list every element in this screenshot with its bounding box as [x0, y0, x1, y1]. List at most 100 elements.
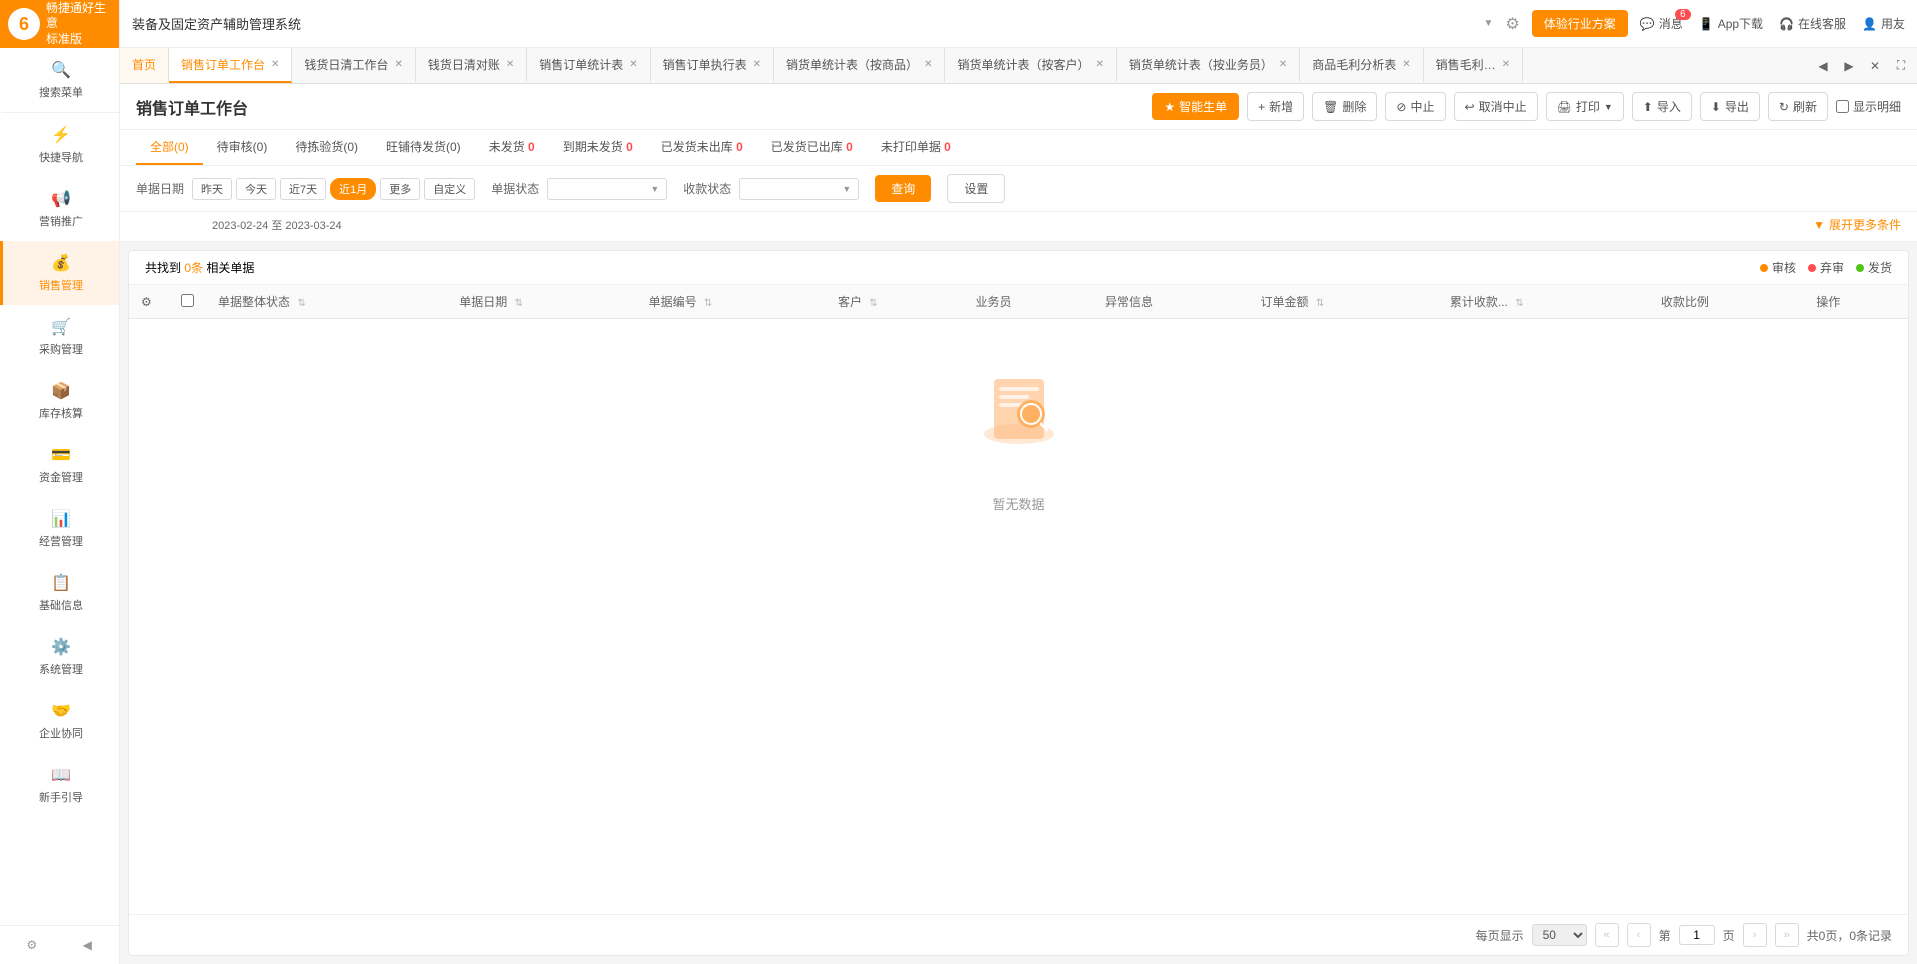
sidebar-item-inventory[interactable]: 📦 库存核算: [0, 369, 119, 433]
expand-conditions-btn[interactable]: ▼ 展开更多条件: [1813, 216, 1901, 233]
export-btn[interactable]: ⬇ 导出: [1700, 92, 1760, 121]
tab-margin-analysis-close[interactable]: ✕: [1402, 59, 1410, 70]
tab-goods-stats[interactable]: 销货单统计表（按商品） ✕: [774, 48, 945, 83]
last-page-btn[interactable]: »: [1775, 923, 1799, 947]
tab-reconcile[interactable]: 钱货日清对账 ✕: [416, 48, 527, 83]
subtab-shipped-out[interactable]: 已发货已出库 0: [757, 130, 867, 165]
sidebar-item-quick-nav[interactable]: ⚡ 快捷导航: [0, 113, 119, 177]
ship-btn[interactable]: 发货: [1856, 259, 1892, 276]
sidebar-item-cooperation[interactable]: 🤝 企业协同: [0, 689, 119, 753]
system-dropdown-arrow[interactable]: ▼: [1484, 18, 1494, 29]
col-staff[interactable]: 业务员: [964, 285, 1094, 319]
sidebar-item-system[interactable]: ⚙️ 系统管理: [0, 625, 119, 689]
tab-home[interactable]: 首页: [120, 48, 169, 83]
date-btn-7days[interactable]: 近7天: [280, 178, 326, 200]
sidebar-item-sales[interactable]: 💰 销售管理: [0, 241, 119, 305]
subtab-pending-check[interactable]: 待拣验货(0): [281, 130, 372, 165]
first-page-btn[interactable]: «: [1595, 923, 1619, 947]
date-btn-today[interactable]: 今天: [236, 178, 276, 200]
tab-sales-stats-close[interactable]: ✕: [629, 59, 637, 70]
tab-sales-margin[interactable]: 销售毛利… ✕: [1424, 48, 1523, 83]
audit-btn[interactable]: 审核: [1760, 259, 1796, 276]
sidebar-item-finance[interactable]: 💳 资金管理: [0, 433, 119, 497]
filter-row2: 2023-02-24 至 2023-03-24 ▼ 展开更多条件: [120, 212, 1917, 242]
sidebar-settings-btn[interactable]: ⚙: [8, 934, 56, 956]
refresh-btn[interactable]: ↻ 刷新: [1768, 92, 1828, 121]
date-btn-yesterday[interactable]: 昨天: [192, 178, 232, 200]
subtab-shop-pending[interactable]: 旺铺待发货(0): [372, 130, 475, 165]
prev-page-btn[interactable]: ‹: [1627, 923, 1651, 947]
page-number-input[interactable]: [1679, 925, 1715, 945]
tab-customer-stats-close[interactable]: ✕: [1095, 59, 1103, 70]
tab-sales-margin-close[interactable]: ✕: [1502, 59, 1510, 70]
subtab-pending-review[interactable]: 待审核(0): [203, 130, 282, 165]
tab-sales-order[interactable]: 销售订单工作台 ✕: [169, 48, 292, 83]
query-btn[interactable]: 查询: [875, 175, 931, 202]
smart-generate-btn[interactable]: ★ 智能生单: [1152, 93, 1239, 120]
tab-daily-clear-close[interactable]: ✕: [394, 59, 402, 70]
next-page-btn[interactable]: ›: [1743, 923, 1767, 947]
col-check[interactable]: [169, 285, 206, 319]
col-settings[interactable]: ⚙: [129, 285, 169, 319]
tab-daily-clear[interactable]: 钱货日清工作台 ✕: [292, 48, 415, 83]
select-all-checkbox[interactable]: [181, 294, 194, 307]
tab-sales-exec[interactable]: 销售订单执行表 ✕: [651, 48, 774, 83]
stop-btn[interactable]: ⊘ 中止: [1385, 92, 1445, 121]
col-number[interactable]: 单据编号 ⇅: [637, 285, 826, 319]
industry-btn[interactable]: 体验行业方案: [1532, 10, 1628, 37]
col-amount[interactable]: 订单金额 ⇅: [1249, 285, 1438, 319]
sidebar-item-management[interactable]: 📊 经营管理: [0, 497, 119, 561]
subtab-not-shipped[interactable]: 未发货 0: [475, 130, 549, 165]
cancel-stop-btn[interactable]: ↩ 取消中止: [1454, 92, 1538, 121]
sidebar-item-marketing[interactable]: 📢 营销推广: [0, 177, 119, 241]
tab-close-all-btn[interactable]: ✕: [1863, 54, 1887, 78]
user-btn[interactable]: 👤 用友: [1862, 15, 1905, 32]
date-btn-custom[interactable]: 自定义: [424, 178, 475, 200]
show-detail-checkbox[interactable]: 显示明细: [1836, 98, 1901, 115]
sidebar-item-basic-info[interactable]: 📋 基础信息: [0, 561, 119, 625]
date-btn-1month[interactable]: 近1月: [330, 178, 376, 200]
table-scroll-area[interactable]: ⚙ 单据整体状态 ⇅ 单据日期 ⇅ 单据编号 ⇅ 客户 ⇅ 业务员 异常信息 订…: [129, 285, 1908, 914]
settings-icon[interactable]: ⚙: [1505, 14, 1519, 34]
tab-staff-stats-close[interactable]: ✕: [1279, 59, 1287, 70]
tab-margin-analysis[interactable]: 商品毛利分析表 ✕: [1300, 48, 1423, 83]
add-btn[interactable]: + 新增: [1247, 92, 1304, 121]
page-size-select[interactable]: 50 100 200: [1532, 924, 1587, 946]
show-detail-input[interactable]: [1836, 100, 1849, 113]
col-accumulated[interactable]: 累计收款... ⇅: [1438, 285, 1649, 319]
online-service-btn[interactable]: 🎧 在线客服: [1779, 15, 1846, 32]
print-btn[interactable]: 🖨 打印 ▼: [1546, 92, 1624, 121]
tab-staff-stats[interactable]: 销货单统计表（按业务员） ✕: [1117, 48, 1300, 83]
tab-sales-stats[interactable]: 销售订单统计表 ✕: [527, 48, 650, 83]
payment-filter-group: 收款状态: [683, 178, 859, 200]
tab-reconcile-close[interactable]: ✕: [506, 59, 514, 70]
status-select[interactable]: [547, 178, 667, 200]
date-btn-more[interactable]: 更多: [380, 178, 420, 200]
tab-customer-stats[interactable]: 销货单统计表（按客户） ✕: [945, 48, 1116, 83]
col-customer[interactable]: 客户 ⇅: [826, 285, 964, 319]
stop-icon: ⊘: [1396, 100, 1406, 114]
tab-sales-exec-close[interactable]: ✕: [753, 59, 761, 70]
payment-select[interactable]: [739, 178, 859, 200]
subtab-shipped-not-out[interactable]: 已发货未出库 0: [647, 130, 757, 165]
tab-fullscreen-btn[interactable]: ⛶: [1889, 54, 1913, 78]
tab-prev-btn[interactable]: ◀: [1811, 54, 1835, 78]
tab-goods-stats-close[interactable]: ✕: [924, 59, 932, 70]
tab-next-btn[interactable]: ▶: [1837, 54, 1861, 78]
sidebar-item-purchase[interactable]: 🛒 采购管理: [0, 305, 119, 369]
subtab-not-printed[interactable]: 未打印单据 0: [867, 130, 965, 165]
sidebar-item-search[interactable]: 🔍 搜索菜单: [0, 48, 119, 113]
subtab-overdue-ship[interactable]: 到期未发货 0: [549, 130, 647, 165]
app-download-btn[interactable]: 📱 App下载: [1699, 15, 1763, 32]
discard-audit-btn[interactable]: 弃审: [1808, 259, 1844, 276]
subtab-all[interactable]: 全部(0): [136, 130, 203, 165]
import-btn[interactable]: ⬆ 导入: [1632, 92, 1692, 121]
sidebar-collapse-btn[interactable]: ◀: [64, 934, 112, 956]
col-date[interactable]: 单据日期 ⇅: [447, 285, 636, 319]
tab-sales-order-close[interactable]: ✕: [271, 59, 279, 70]
sidebar-item-tutorial[interactable]: 📖 新手引导: [0, 753, 119, 817]
delete-btn[interactable]: 🗑 删除: [1312, 92, 1377, 121]
message-btn[interactable]: 💬 消息 6: [1640, 15, 1683, 32]
set-btn[interactable]: 设置: [947, 174, 1005, 203]
status-filter-group: 单据状态: [491, 178, 667, 200]
